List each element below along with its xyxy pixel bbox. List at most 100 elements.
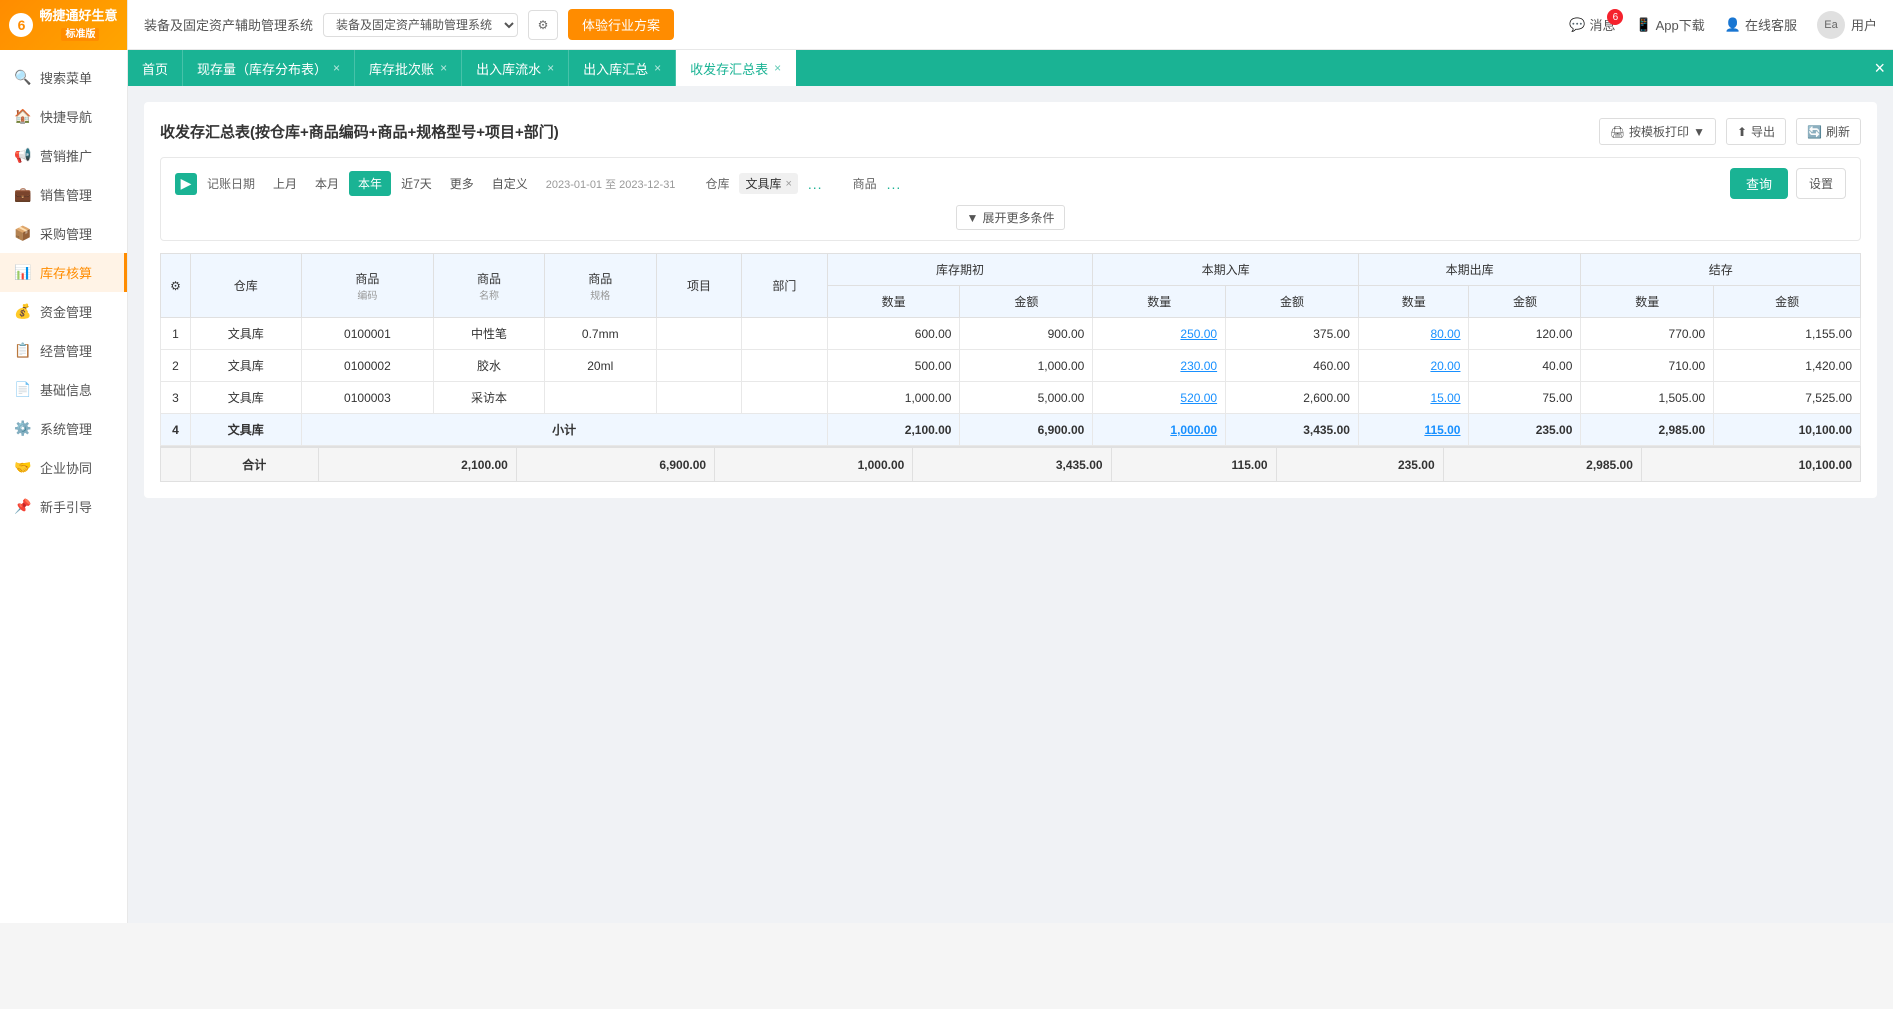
- app-download-btn[interactable]: 📱 App下载: [1635, 15, 1704, 34]
- filter-arrow[interactable]: ▶: [175, 173, 197, 195]
- cell-out-amt: 75.00: [1469, 382, 1581, 414]
- th-group-opening: 库存期初: [827, 254, 1093, 286]
- sidebar-item-enterprise[interactable]: 🤝 企业协同: [0, 448, 127, 487]
- sidebar-item-sales[interactable]: 💼 销售管理: [0, 175, 127, 214]
- system-selector[interactable]: 装备及固定资产辅助管理系统: [323, 13, 518, 37]
- export-icon: ⬆: [1737, 125, 1747, 139]
- system-icon: ⚙️: [14, 420, 32, 438]
- cell-out-qty[interactable]: 20.00: [1358, 350, 1469, 382]
- app-download-label: App下载: [1656, 15, 1705, 34]
- tab-summary-label: 出入库汇总: [583, 59, 648, 78]
- cell-out-amt: 40.00: [1469, 350, 1581, 382]
- phone-icon: 📱: [1635, 17, 1651, 33]
- settings-button[interactable]: ⚙: [528, 10, 558, 40]
- logo-icon: 6: [9, 13, 33, 37]
- user-menu[interactable]: Ea 用户: [1817, 11, 1877, 39]
- tab-close-batch[interactable]: ×: [440, 61, 447, 75]
- tab-inventory-dist[interactable]: 现存量（库存分布表） ×: [183, 50, 355, 86]
- sub-in-amt: 3,435.00: [1226, 414, 1359, 446]
- th-group-in: 本期入库: [1093, 254, 1359, 286]
- sidebar-item-base-info[interactable]: 📄 基础信息: [0, 370, 127, 409]
- tab-close-recv-send[interactable]: ×: [774, 61, 781, 75]
- refresh-icon: 🔄: [1807, 125, 1822, 139]
- topbar-inner: 装备及固定资产辅助管理系统 装备及固定资产辅助管理系统 ⚙ 体验行业方案 💬 6…: [128, 9, 1893, 40]
- data-table: ⚙ 仓库 商品编码 商品名称 商品规格 项目 部门 库存期初 本期入库 本期出库…: [160, 253, 1861, 446]
- operations-icon: 📋: [14, 342, 32, 360]
- footer-bal-amt: 10,100.00: [1641, 447, 1860, 482]
- cell-bal-qty: 770.00: [1581, 318, 1714, 350]
- sidebar-item-purchase[interactable]: 📦 采购管理: [0, 214, 127, 253]
- sidebar-item-operations[interactable]: 📋 经营管理: [0, 331, 127, 370]
- sub-out-amt: 235.00: [1469, 414, 1581, 446]
- notifications-btn[interactable]: 💬 6 消息: [1569, 15, 1615, 34]
- sub-label: 小计: [301, 414, 827, 446]
- topbar: 装备及固定资产辅助管理系统 装备及固定资产辅助管理系统 ⚙ 体验行业方案 💬 6…: [0, 0, 1893, 50]
- sidebar-item-inventory[interactable]: 📊 库存核算: [0, 253, 127, 292]
- cell-goods-spec: [544, 382, 656, 414]
- sidebar-item-marketing[interactable]: 📢 营销推广: [0, 136, 127, 175]
- sidebar-item-assets[interactable]: 💰 资金管理: [0, 292, 127, 331]
- chevron-down-icon: ▼: [1693, 125, 1705, 139]
- goods-dots[interactable]: ...: [887, 176, 902, 192]
- refresh-btn[interactable]: 🔄 刷新: [1796, 118, 1861, 145]
- cell-in-amt: 460.00: [1226, 350, 1359, 382]
- print-label: 按模板打印: [1629, 123, 1689, 140]
- sales-icon: 💼: [14, 186, 32, 204]
- th-goods-code: 商品编码: [301, 254, 434, 318]
- cell-goods-code: 0100001: [301, 318, 434, 350]
- tab-summary[interactable]: 出入库汇总 ×: [569, 50, 676, 86]
- setting-button[interactable]: 设置: [1796, 168, 1846, 199]
- sidebar-item-system[interactable]: ⚙️ 系统管理: [0, 409, 127, 448]
- cell-in-qty[interactable]: 250.00: [1093, 318, 1226, 350]
- expand-label: 展开更多条件: [982, 209, 1054, 226]
- tab-close-summary[interactable]: ×: [654, 61, 661, 75]
- tab-flow-label: 出入库流水: [476, 59, 541, 78]
- sidebar-label-inventory: 库存核算: [40, 263, 92, 282]
- cell-out-qty[interactable]: 80.00: [1358, 318, 1469, 350]
- sub-warehouse: 文具库: [191, 414, 302, 446]
- tab-recv-send[interactable]: 收发存汇总表 ×: [676, 50, 796, 86]
- export-btn[interactable]: ⬆ 导出: [1726, 118, 1786, 145]
- tab-home[interactable]: 首页: [128, 50, 183, 86]
- warehouse-label: 仓库: [705, 175, 729, 192]
- date-btn-7days[interactable]: 近7天: [393, 172, 440, 195]
- sidebar-item-quick-nav[interactable]: 🏠 快捷导航: [0, 97, 127, 136]
- notification-badge: 6: [1607, 9, 1623, 25]
- tab-flow[interactable]: 出入库流水 ×: [462, 50, 569, 86]
- date-options: 上月 本月 本年 近7天 更多 自定义: [265, 171, 536, 196]
- print-btn[interactable]: 🖨 按模板打印 ▼: [1599, 118, 1716, 145]
- footer-in-qty: 1,000.00: [715, 447, 913, 482]
- warehouse-remove-icon[interactable]: ×: [785, 178, 791, 190]
- sub-out-qty[interactable]: 115.00: [1358, 414, 1469, 446]
- expand-icon: ▼: [967, 211, 979, 225]
- date-btn-custom[interactable]: 自定义: [484, 172, 536, 195]
- table-row: 3 文具库 0100003 采访本 1,000.00 5,000.00 520.…: [161, 382, 1861, 414]
- sidebar-label-guide: 新手引导: [40, 497, 92, 516]
- warehouse-dots[interactable]: ...: [808, 176, 823, 192]
- cell-in-qty[interactable]: 230.00: [1093, 350, 1226, 382]
- tab-close-inventory-dist[interactable]: ×: [333, 61, 340, 75]
- experience-btn[interactable]: 体验行业方案: [568, 9, 674, 40]
- footer-in-amt: 3,435.00: [913, 447, 1111, 482]
- online-service-btn[interactable]: 👤 在线客服: [1725, 15, 1797, 34]
- date-btn-this-year[interactable]: 本年: [349, 171, 391, 196]
- tab-batch[interactable]: 库存批次账 ×: [355, 50, 462, 86]
- expand-conditions-btn[interactable]: ▼ 展开更多条件: [956, 205, 1066, 230]
- sub-in-qty[interactable]: 1,000.00: [1093, 414, 1226, 446]
- cell-goods-name: 胶水: [434, 350, 545, 382]
- sidebar-label-enterprise: 企业协同: [40, 458, 92, 477]
- query-button[interactable]: 查询: [1730, 168, 1788, 199]
- tabs-close-all[interactable]: ×: [1874, 58, 1885, 79]
- footer-total-table: 合计 2,100.00 6,900.00 1,000.00 3,435.00 1…: [160, 446, 1861, 482]
- cell-in-qty[interactable]: 520.00: [1093, 382, 1226, 414]
- sidebar-item-guide[interactable]: 📌 新手引导: [0, 487, 127, 526]
- tab-close-flow[interactable]: ×: [547, 61, 554, 75]
- date-btn-last-month[interactable]: 上月: [265, 172, 305, 195]
- date-btn-more[interactable]: 更多: [442, 172, 482, 195]
- th-open-qty: 数量: [827, 286, 960, 318]
- cell-out-qty[interactable]: 15.00: [1358, 382, 1469, 414]
- cell-no: 3: [161, 382, 191, 414]
- date-btn-this-month[interactable]: 本月: [307, 172, 347, 195]
- sidebar-item-search[interactable]: 🔍 搜索菜单: [0, 58, 127, 97]
- table-row: 2 文具库 0100002 胶水 20ml 500.00 1,000.00 23…: [161, 350, 1861, 382]
